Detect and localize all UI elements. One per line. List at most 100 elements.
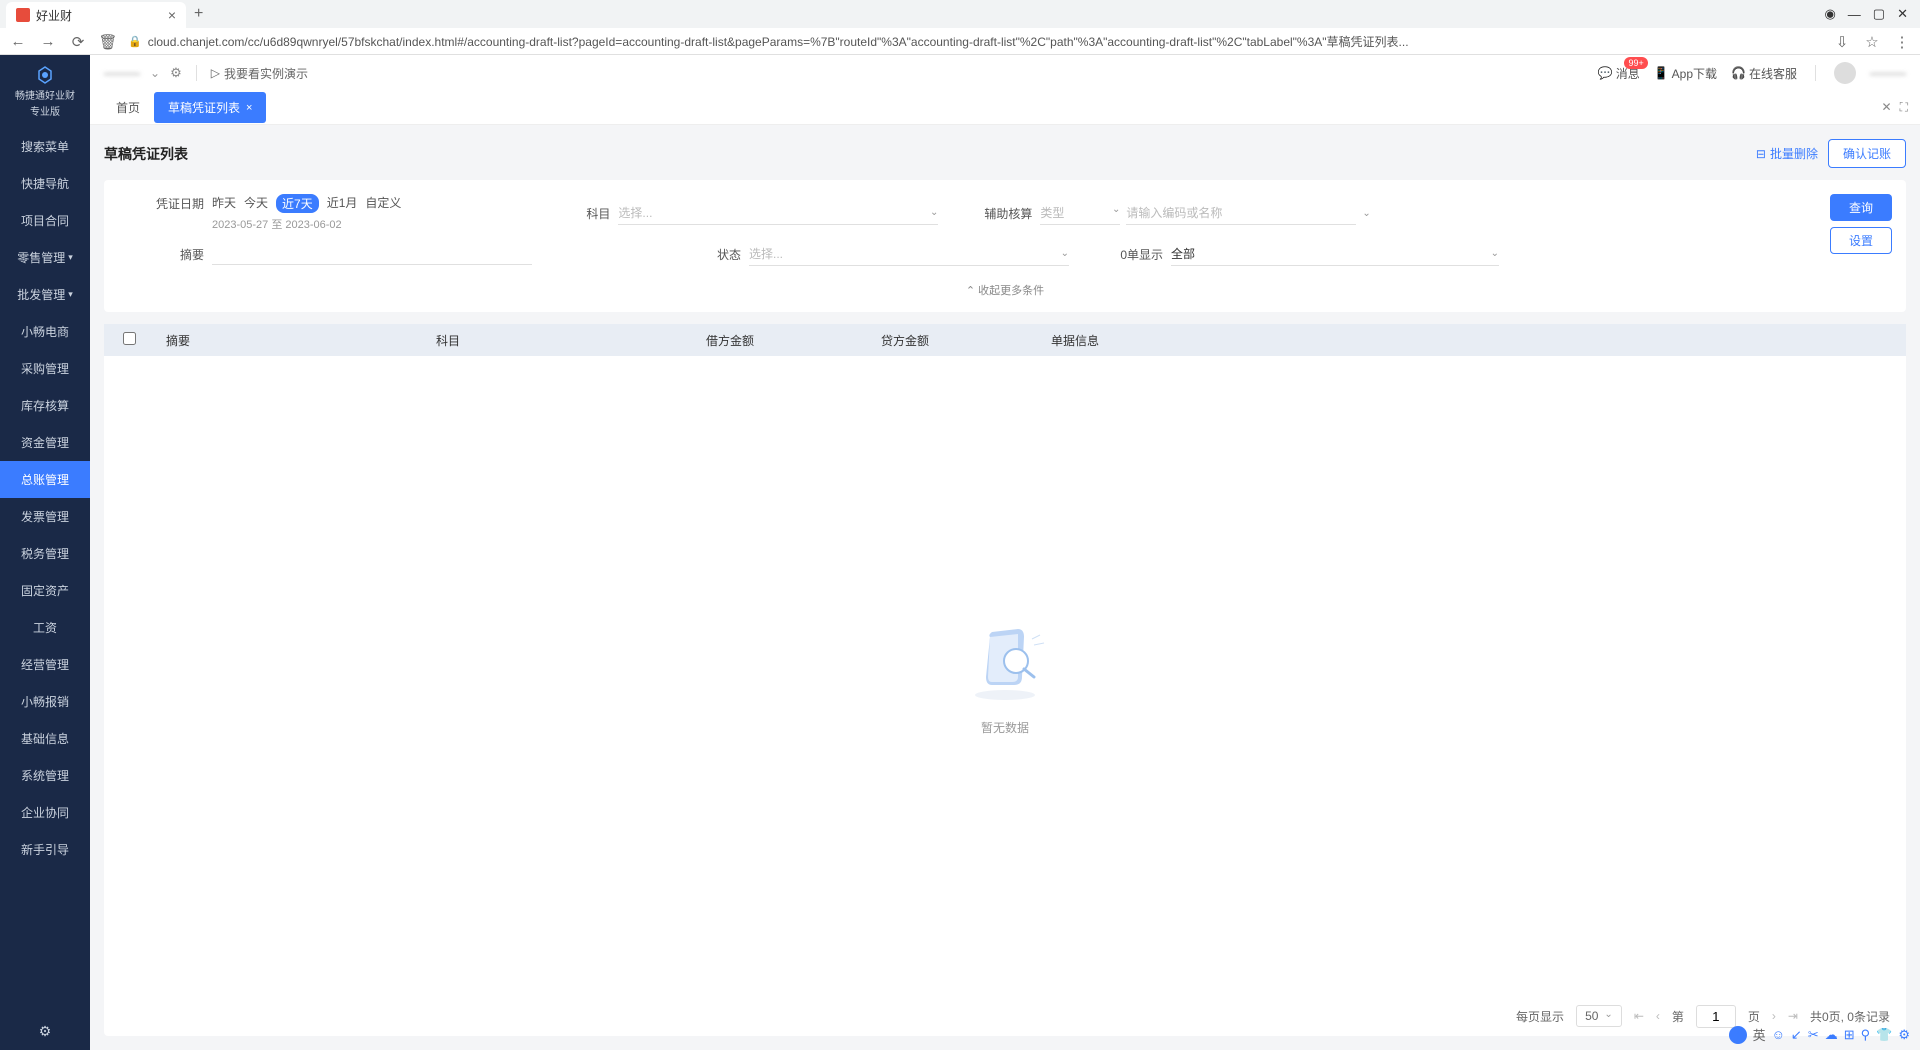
chevron-down-icon[interactable]: ⌄ <box>150 66 160 80</box>
chevron-down-icon: ⌄ <box>1112 204 1120 221</box>
more-icon[interactable]: ⋮ <box>1892 33 1912 51</box>
first-page-icon[interactable]: ⇤ <box>1634 1009 1644 1023</box>
prev-page-icon[interactable]: ‹ <box>1656 1009 1660 1023</box>
back-icon[interactable]: ← <box>8 33 28 50</box>
next-page-icon[interactable]: › <box>1772 1009 1776 1023</box>
sidebar-item-tax[interactable]: 税务管理 <box>0 535 90 572</box>
summary-input[interactable] <box>212 244 532 265</box>
message-button[interactable]: 💬 消息 99+ <box>1598 65 1640 82</box>
forward-icon[interactable]: → <box>38 33 58 50</box>
search-button[interactable]: 查询 <box>1830 194 1892 221</box>
divider <box>1815 65 1816 81</box>
demo-link[interactable]: ▷ 我要看实例演示 <box>211 65 308 82</box>
confirm-button[interactable]: 确认记账 <box>1828 139 1906 168</box>
pager: 每页显示 50 ⌄ ⇤ ‹ 第 页 › ⇥ 共0页, 0条记录 <box>104 996 1906 1036</box>
tray-icon[interactable]: ⚙ <box>1898 1027 1910 1043</box>
org-name[interactable]: ——— <box>104 66 140 80</box>
install-icon[interactable]: ⇩ <box>1832 33 1852 51</box>
topbar: ——— ⌄ ⚙ ▷ 我要看实例演示 💬 消息 99+ 📱 App下载 🎧 <box>90 55 1920 91</box>
ime-badge[interactable]: 王 <box>1729 1026 1747 1044</box>
sidebar-item-system[interactable]: 系统管理 <box>0 757 90 794</box>
tray-icon[interactable]: ✂ <box>1808 1027 1819 1043</box>
status-label: 状态 <box>687 246 741 263</box>
tab-draft-list[interactable]: 草稿凭证列表 × <box>154 92 266 123</box>
empty-state: 暂无数据 <box>104 356 1906 996</box>
chip-1month[interactable]: 近1月 <box>327 194 358 213</box>
sidebar-item-ledger[interactable]: 总账管理 <box>0 461 90 498</box>
sidebar-item-purchase[interactable]: 采购管理 <box>0 350 90 387</box>
aux-code-input[interactable]: 请输入编码或名称 <box>1126 201 1356 225</box>
tray-icon[interactable]: ⊞ <box>1844 1027 1855 1043</box>
sidebar-item-salary[interactable]: 工资 <box>0 609 90 646</box>
aux-type-select[interactable]: 类型 ⌄ <box>1040 201 1120 225</box>
tray-icon[interactable]: 👕 <box>1876 1027 1892 1043</box>
chip-yesterday[interactable]: 昨天 <box>212 194 236 213</box>
tray-icon[interactable]: ☺ <box>1772 1027 1785 1042</box>
sidebar-item-guide[interactable]: 新手引导 <box>0 831 90 868</box>
reload-icon[interactable]: ⟳ <box>68 33 88 51</box>
status-select[interactable]: 选择... ⌄ <box>749 242 1069 266</box>
date-chips: 昨天 今天 近7天 近1月 自定义 <box>212 194 401 213</box>
close-window-icon[interactable]: ✕ <box>1897 6 1908 22</box>
chevron-down-icon: ⌄ <box>1061 248 1069 259</box>
ime-lang[interactable]: 英 <box>1753 1025 1766 1044</box>
sidebar-item-ecom[interactable]: 小畅电商 <box>0 313 90 350</box>
download-button[interactable]: 📱 App下载 <box>1654 65 1717 82</box>
total-label: 共0页, 0条记录 <box>1810 1008 1890 1025</box>
chip-today[interactable]: 今天 <box>244 194 268 213</box>
sidebar-settings[interactable]: ⚙ <box>0 1013 90 1050</box>
batch-delete-button[interactable]: ⊟ 批量删除 <box>1756 139 1818 168</box>
tray-icon[interactable]: ↙ <box>1791 1027 1802 1043</box>
divider <box>196 65 197 81</box>
sidebar-item-basic[interactable]: 基础信息 <box>0 720 90 757</box>
settings-button[interactable]: 设置 <box>1830 227 1892 254</box>
account-icon[interactable]: ◉ <box>1824 6 1835 22</box>
chevron-down-icon: ⌄ <box>930 207 938 218</box>
chip-7days[interactable]: 近7天 <box>276 194 319 213</box>
sidebar-item-invoice[interactable]: 发票管理 <box>0 498 90 535</box>
minimize-icon[interactable]: — <box>1848 7 1861 22</box>
collapse-toggle[interactable]: ⌃ 收起更多条件 <box>150 276 1860 298</box>
sidebar-item-fund[interactable]: 资金管理 <box>0 424 90 461</box>
sidebar-item-project[interactable]: 项目合同 <box>0 202 90 239</box>
close-all-icon[interactable]: ✕ <box>1882 100 1892 115</box>
select-all-checkbox[interactable] <box>123 332 136 345</box>
sidebar-item-expense[interactable]: 小畅报销 <box>0 683 90 720</box>
sidebar-item-asset[interactable]: 固定资产 <box>0 572 90 609</box>
service-button[interactable]: 🎧 在线客服 <box>1731 65 1797 82</box>
delete-icon: ⊟ <box>1756 147 1766 161</box>
sidebar-item-inventory[interactable]: 库存核算 <box>0 387 90 424</box>
trash-icon[interactable]: 🗑 <box>98 33 118 51</box>
avatar[interactable] <box>1834 62 1856 84</box>
subject-select[interactable]: 选择... ⌄ <box>618 201 938 225</box>
summary-label: 摘要 <box>150 246 204 263</box>
zero-select[interactable]: 全部 ⌄ <box>1171 242 1499 266</box>
fullscreen-icon[interactable]: ⛶ <box>1900 100 1908 115</box>
sidebar-item-retail[interactable]: 零售管理▾ <box>0 239 90 276</box>
window-controls: ◉ — ▢ ✕ <box>1824 6 1920 22</box>
chevron-down-icon: ⌄ <box>1491 248 1499 259</box>
tray-icon[interactable]: ⚲ <box>1861 1027 1871 1043</box>
gear-icon[interactable]: ⚙ <box>170 65 182 81</box>
chip-custom[interactable]: 自定义 <box>365 194 401 213</box>
tab-home[interactable]: 首页 <box>102 92 154 123</box>
user-name: ——— <box>1870 66 1906 80</box>
star-icon[interactable]: ☆ <box>1862 33 1882 51</box>
new-tab-button[interactable]: + <box>194 5 203 23</box>
main: ——— ⌄ ⚙ ▷ 我要看实例演示 💬 消息 99+ 📱 App下载 🎧 <box>90 55 1920 1050</box>
last-page-icon[interactable]: ⇥ <box>1788 1009 1798 1023</box>
tray-icon[interactable]: ☁ <box>1825 1027 1838 1043</box>
maximize-icon[interactable]: ▢ <box>1873 6 1885 22</box>
close-icon[interactable]: × <box>246 102 252 114</box>
sidebar-item-wholesale[interactable]: 批发管理▾ <box>0 276 90 313</box>
sidebar-item-search[interactable]: 搜索菜单 <box>0 128 90 165</box>
sidebar-item-quicknav[interactable]: 快捷导航 <box>0 165 90 202</box>
sidebar-item-operation[interactable]: 经营管理 <box>0 646 90 683</box>
browser-tab[interactable]: 好业财 × <box>6 2 186 28</box>
browser-chrome: 好业财 × + ◉ — ▢ ✕ ← → ⟳ 🗑 🔒 cloud.chanjet.… <box>0 0 1920 55</box>
sidebar-item-collab[interactable]: 企业协同 <box>0 794 90 831</box>
per-page-select[interactable]: 50 ⌄ <box>1576 1005 1622 1027</box>
url-box[interactable]: 🔒 cloud.chanjet.com/cc/u6d89qwnryel/57bf… <box>128 33 1822 50</box>
collapse-icon: ⌃ <box>966 285 975 297</box>
close-icon[interactable]: × <box>168 7 176 23</box>
